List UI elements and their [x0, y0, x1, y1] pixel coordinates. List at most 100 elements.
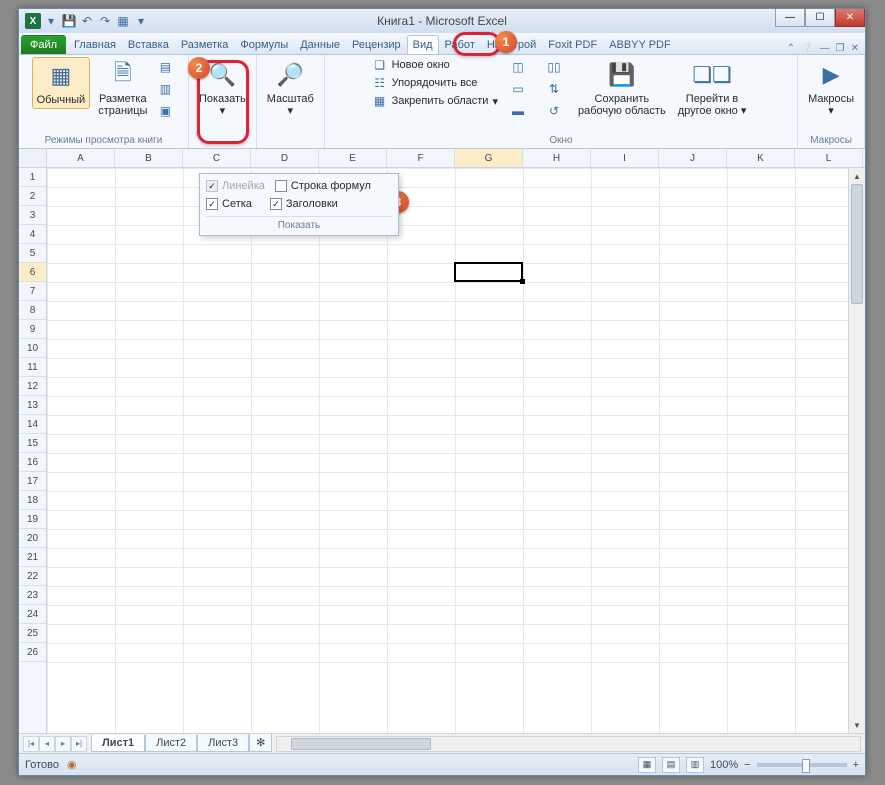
row-header[interactable]: 19 — [19, 510, 46, 529]
fill-handle[interactable] — [520, 279, 525, 284]
row-header[interactable]: 8 — [19, 301, 46, 320]
ribbon-minimize-icon[interactable]: ⌃ — [787, 43, 795, 54]
sync-scroll-icon[interactable]: ⇅ — [544, 79, 564, 99]
column-header[interactable]: G — [455, 149, 523, 168]
row-header[interactable]: 24 — [19, 605, 46, 624]
page-layout-button[interactable]: 🗎 Разметка страницы — [94, 57, 151, 119]
row-header[interactable]: 21 — [19, 548, 46, 567]
select-all-corner[interactable] — [19, 149, 47, 168]
column-header[interactable]: J — [659, 149, 727, 168]
zoom-slider[interactable] — [757, 763, 847, 767]
qat-more-icon[interactable]: ▾ — [133, 13, 149, 29]
cells[interactable] — [47, 168, 848, 733]
sheet-first-icon[interactable]: |◂ — [23, 736, 39, 752]
row-header[interactable]: 15 — [19, 434, 46, 453]
column-header[interactable]: C — [183, 149, 251, 168]
custom-views-icon[interactable]: ▥ — [155, 79, 175, 99]
row-header[interactable]: 1 — [19, 168, 46, 187]
tab-insert[interactable]: Вставка — [122, 35, 175, 54]
row-header[interactable]: 5 — [19, 244, 46, 263]
print-preview-icon[interactable]: ▦ — [115, 13, 131, 29]
row-header[interactable]: 12 — [19, 377, 46, 396]
workbook-restore-icon[interactable]: ❐ — [836, 43, 845, 54]
row-header[interactable]: 11 — [19, 358, 46, 377]
formula-bar-checkbox[interactable]: Строка формул — [275, 180, 371, 192]
freeze-panes-button[interactable]: ▦Закрепить области ▾ — [372, 93, 498, 109]
row-header[interactable]: 9 — [19, 320, 46, 339]
arrange-all-button[interactable]: ☷Упорядочить все — [372, 75, 478, 91]
row-header[interactable]: 16 — [19, 453, 46, 472]
tab-review[interactable]: Рецензир — [346, 35, 407, 54]
zoom-out-button[interactable]: − — [744, 759, 750, 771]
workbook-close-icon[interactable]: ✕ — [851, 43, 859, 54]
tab-layout[interactable]: Разметка — [175, 35, 235, 54]
pagebreak-icon[interactable]: ▤ — [155, 57, 175, 77]
tab-abbyy[interactable]: ABBYY PDF — [603, 35, 677, 54]
maximize-button[interactable]: ☐ — [805, 9, 835, 27]
tab-formulas[interactable]: Формулы — [234, 35, 294, 54]
workbook-minimize-icon[interactable]: — — [820, 43, 830, 54]
tab-developer[interactable]: Работ — [439, 35, 481, 54]
row-header[interactable]: 25 — [19, 624, 46, 643]
sheet-tab-3[interactable]: Лист3 — [197, 735, 249, 752]
tab-foxit[interactable]: Foxit PDF — [542, 35, 603, 54]
row-header[interactable]: 7 — [19, 282, 46, 301]
row-header[interactable]: 10 — [19, 339, 46, 358]
row-header[interactable]: 3 — [19, 206, 46, 225]
column-header[interactable]: K — [727, 149, 795, 168]
reset-pos-icon[interactable]: ↺ — [544, 101, 564, 121]
row-header[interactable]: 2 — [19, 187, 46, 206]
column-header[interactable]: E — [319, 149, 387, 168]
row-header[interactable]: 4 — [19, 225, 46, 244]
row-header[interactable]: 23 — [19, 586, 46, 605]
tab-addins[interactable]: Надстрой — [481, 35, 542, 54]
normal-view-button[interactable]: ▦ Обычный — [32, 57, 91, 109]
column-header[interactable]: L — [795, 149, 863, 168]
zoom-in-button[interactable]: + — [853, 759, 859, 771]
switch-window-button[interactable]: ❏❏ Перейти в другое окно ▾ — [674, 57, 751, 119]
column-header[interactable]: H — [523, 149, 591, 168]
undo-icon[interactable]: ↶ — [79, 13, 95, 29]
row-header[interactable]: 26 — [19, 643, 46, 662]
qat-dropdown-icon[interactable]: ▾ — [43, 13, 59, 29]
row-header[interactable]: 13 — [19, 396, 46, 415]
row-header[interactable]: 14 — [19, 415, 46, 434]
side-by-side-icon[interactable]: ▯▯ — [544, 57, 564, 77]
column-header[interactable]: D — [251, 149, 319, 168]
scroll-up-icon[interactable]: ▲ — [849, 168, 865, 184]
horizontal-scrollbar[interactable] — [276, 736, 861, 752]
save-workspace-button[interactable]: 💾 Сохранить рабочую область — [574, 57, 670, 119]
sheet-prev-icon[interactable]: ◂ — [39, 736, 55, 752]
status-page-layout-icon[interactable]: ▤ — [662, 757, 680, 773]
unhide-icon[interactable]: ▬ — [508, 101, 528, 121]
vscroll-thumb[interactable] — [851, 184, 863, 304]
zoom-button[interactable]: 🔎 Масштаб▾ — [263, 57, 318, 119]
zoom-level[interactable]: 100% — [710, 759, 738, 771]
tab-home[interactable]: Главная — [68, 35, 122, 54]
row-header[interactable]: 17 — [19, 472, 46, 491]
help-icon[interactable]: ❔ — [801, 43, 813, 54]
status-normal-view-icon[interactable]: ▦ — [638, 757, 656, 773]
row-header[interactable]: 18 — [19, 491, 46, 510]
column-header[interactable]: I — [591, 149, 659, 168]
selected-cell[interactable] — [454, 262, 523, 282]
headings-checkbox[interactable]: ✓Заголовки — [270, 198, 338, 210]
column-header[interactable]: A — [47, 149, 115, 168]
sheet-tab-1[interactable]: Лист1 — [91, 735, 145, 752]
minimize-button[interactable]: — — [775, 9, 805, 27]
show-button[interactable]: 🔍 Показать▾ — [195, 57, 250, 119]
save-icon[interactable]: 💾 — [61, 13, 77, 29]
tab-file[interactable]: Файл — [21, 35, 66, 54]
scroll-down-icon[interactable]: ▼ — [849, 717, 865, 733]
split-icon[interactable]: ◫ — [508, 57, 528, 77]
new-sheet-button[interactable]: ✻ — [249, 734, 272, 752]
new-window-button[interactable]: ❏Новое окно — [372, 57, 450, 73]
row-header[interactable]: 6 — [19, 263, 46, 282]
sheet-tab-2[interactable]: Лист2 — [145, 735, 197, 752]
row-header[interactable]: 22 — [19, 567, 46, 586]
fullscreen-icon[interactable]: ▣ — [155, 101, 175, 121]
gridlines-checkbox[interactable]: ✓Сетка — [206, 198, 252, 210]
hscroll-thumb[interactable] — [291, 738, 431, 750]
column-header[interactable]: B — [115, 149, 183, 168]
vertical-scrollbar[interactable]: ▲ ▼ — [848, 168, 865, 733]
